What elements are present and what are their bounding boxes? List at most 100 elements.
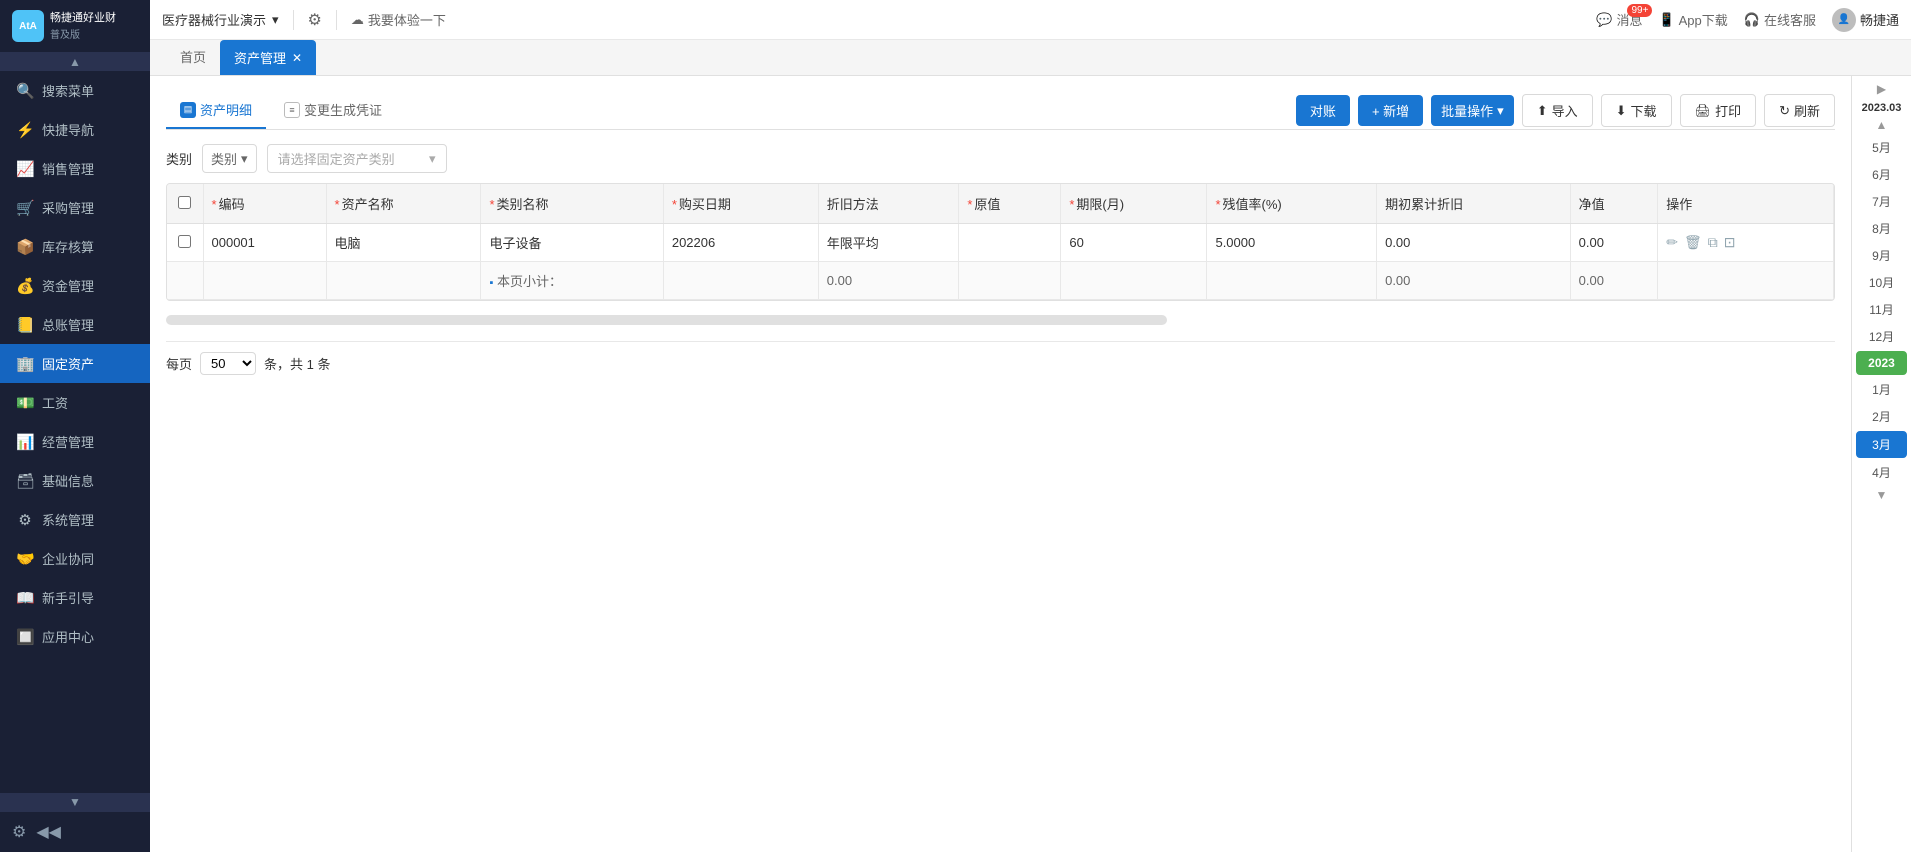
calendar-year-marker: 2023 — [1856, 351, 1907, 375]
sidebar-item-fixedasset[interactable]: 🏢 固定资产 — [0, 344, 150, 383]
subtotal-empty7 — [1207, 262, 1377, 300]
copy-icon[interactable]: ⧉ — [1708, 234, 1718, 251]
reconcile-button[interactable]: 对账 — [1296, 95, 1350, 126]
th-depreciation-method: 折旧方法 — [818, 184, 959, 224]
logo-abbr: AtA — [19, 21, 37, 32]
category-type-select[interactable]: 类别 ▾ — [202, 144, 257, 173]
calendar-month-7[interactable]: 7月 — [1852, 188, 1911, 215]
row-checkbox-cell[interactable] — [167, 224, 203, 262]
category-input[interactable]: 请选择固定资产类别 ▾ — [267, 144, 447, 173]
sidebar-item-label: 固定资产 — [42, 354, 94, 373]
delete-icon[interactable]: 🗑 — [1684, 234, 1702, 251]
message-icon: 💬 — [1596, 12, 1612, 28]
total-label: 条，共 1 条 — [264, 354, 330, 373]
phone-icon: 📱 — [1658, 12, 1674, 28]
chevron-down-icon: ▾ — [272, 12, 279, 28]
tab-close-icon[interactable]: ✕ — [292, 51, 302, 65]
sidebar-item-label: 应用中心 — [42, 627, 94, 646]
calendar-up-arrow[interactable]: ▲ — [1876, 116, 1888, 134]
calendar-month-9[interactable]: 9月 — [1852, 242, 1911, 269]
horizontal-scrollbar[interactable] — [166, 315, 1167, 325]
calendar-month-3[interactable]: 3月 — [1856, 431, 1907, 458]
logo-icon: AtA — [12, 10, 44, 42]
message-badge: 99+ — [1627, 4, 1652, 17]
logo-sub: 普及版 — [50, 26, 116, 41]
subtotal-net-value: 0.00 — [1570, 262, 1658, 300]
calendar-month-6[interactable]: 6月 — [1852, 161, 1911, 188]
batch-ops-label: 批量操作 — [1441, 101, 1493, 120]
refresh-button[interactable]: ↻ 刷新 — [1764, 94, 1835, 127]
chart-icon: 📈 — [16, 160, 34, 178]
sidebar-item-label: 工资 — [42, 393, 68, 412]
ops-icon: 📊 — [16, 433, 34, 451]
message-btn[interactable]: 💬 消息 99+ — [1596, 10, 1642, 29]
select-all-checkbox[interactable] — [178, 196, 191, 209]
calendar-down-arrow[interactable]: ▼ — [1876, 486, 1888, 504]
subtotal-empty1 — [167, 262, 203, 300]
company-selector[interactable]: 医疗器械行业演示 ▾ — [162, 10, 279, 29]
print-button[interactable]: 🖨 打印 — [1680, 94, 1757, 127]
batch-ops-button[interactable]: 批量操作 ▾ — [1431, 95, 1514, 126]
calendar-collapse-icon[interactable]: ▶ — [1877, 80, 1886, 98]
tab-asset[interactable]: 资产管理 ✕ — [220, 40, 316, 75]
calendar-month-8[interactable]: 8月 — [1852, 215, 1911, 242]
settings-icon[interactable]: ⚙ — [12, 822, 26, 842]
more-icon[interactable]: ⊡ — [1724, 234, 1736, 251]
online-service-btn[interactable]: 🎧 在线客服 — [1744, 10, 1816, 29]
asset-detail-icon: ▤ — [180, 102, 196, 118]
subtab-change-voucher-label: 变更生成凭证 — [304, 100, 382, 119]
sidebar-item-guide[interactable]: 📖 新手引导 — [0, 578, 150, 617]
download-button[interactable]: ⬇ 下载 — [1601, 94, 1672, 127]
sidebar-item-enterprise[interactable]: 🤝 企业协同 — [0, 539, 150, 578]
sidebar-item-label: 快捷导航 — [42, 120, 94, 139]
row-ops-cell: ✏ 🗑 ⧉ ⊡ — [1658, 224, 1834, 262]
calendar-month-10[interactable]: 10月 — [1852, 269, 1911, 296]
per-page-select[interactable]: 20 50 100 — [200, 352, 256, 375]
calendar-month-5[interactable]: 5月 — [1852, 134, 1911, 161]
subtab-asset-detail[interactable]: ▤ 资产明细 — [166, 92, 266, 129]
sidebar-item-operations[interactable]: 📊 经营管理 — [0, 422, 150, 461]
sidebar-item-ledger[interactable]: 📒 总账管理 — [0, 305, 150, 344]
table-row: 000001 电脑 电子设备 202206 年限平均 60 5.0000 0.0… — [167, 224, 1834, 262]
sidebar-item-apps[interactable]: 🔲 应用中心 — [0, 617, 150, 656]
th-original-value: *原值 — [959, 184, 1061, 224]
experience-btn[interactable]: ☁ 我要体验一下 — [351, 10, 446, 29]
sidebar-item-system[interactable]: ⚙ 系统管理 — [0, 500, 150, 539]
sidebar-scroll-up[interactable]: ▲ — [0, 53, 150, 71]
calendar-month-1[interactable]: 1月 — [1852, 376, 1911, 403]
calendar-month-2[interactable]: 2月 — [1852, 403, 1911, 430]
calendar-month-11[interactable]: 11月 — [1852, 296, 1911, 323]
sidebar-item-capital[interactable]: 💰 资金管理 — [0, 266, 150, 305]
sidebar-item-sales[interactable]: 📈 销售管理 — [0, 149, 150, 188]
calendar-month-12[interactable]: 12月 — [1852, 323, 1911, 350]
sidebar-item-basic[interactable]: 🗃 基础信息 — [0, 461, 150, 500]
collapse-icon[interactable]: ◀◀ — [36, 822, 61, 842]
tab-home[interactable]: 首页 — [166, 39, 220, 76]
app-label: App下载 — [1679, 10, 1728, 29]
import-button[interactable]: ⬆ 导入 — [1522, 94, 1593, 127]
th-period: *期限(月) — [1061, 184, 1207, 224]
sidebar-item-wages[interactable]: 💵 工资 — [0, 383, 150, 422]
sidebar-logo: AtA 畅捷通好业财 普及版 — [0, 0, 150, 53]
subtotal-label-cell: ▪ 本页小计： — [481, 262, 663, 300]
sidebar-item-stock[interactable]: 📦 库存核算 — [0, 227, 150, 266]
topbar-divider — [293, 10, 294, 30]
app-download-btn[interactable]: 📱 App下载 — [1658, 10, 1727, 29]
sidebar-item-search[interactable]: 🔍 搜索菜单 — [0, 71, 150, 110]
sidebar-scroll-down[interactable]: ▼ — [0, 793, 150, 811]
topbar-settings-icon[interactable]: ⚙ — [308, 10, 322, 30]
service-label: 在线客服 — [1764, 10, 1816, 29]
row-original-value — [959, 224, 1061, 262]
subtab-change-voucher[interactable]: ≡ 变更生成凭证 — [270, 92, 396, 129]
calendar-month-4[interactable]: 4月 — [1852, 459, 1911, 486]
row-category: 电子设备 — [481, 224, 663, 262]
book-icon: 📒 — [16, 316, 34, 334]
row-checkbox[interactable] — [178, 235, 191, 248]
user-profile-btn[interactable]: 👤 畅捷通 — [1832, 8, 1899, 32]
new-button[interactable]: + 新增 — [1358, 95, 1423, 126]
refresh-icon: ↻ — [1779, 103, 1790, 119]
sidebar-item-purchase[interactable]: 🛒 采购管理 — [0, 188, 150, 227]
sidebar-item-quicknav[interactable]: ⚡ 快捷导航 — [0, 110, 150, 149]
edit-icon[interactable]: ✏ — [1666, 234, 1678, 251]
page-content: ▤ 资产明细 ≡ 变更生成凭证 对账 + 新增 批量操作 ▾ — [150, 76, 1911, 852]
